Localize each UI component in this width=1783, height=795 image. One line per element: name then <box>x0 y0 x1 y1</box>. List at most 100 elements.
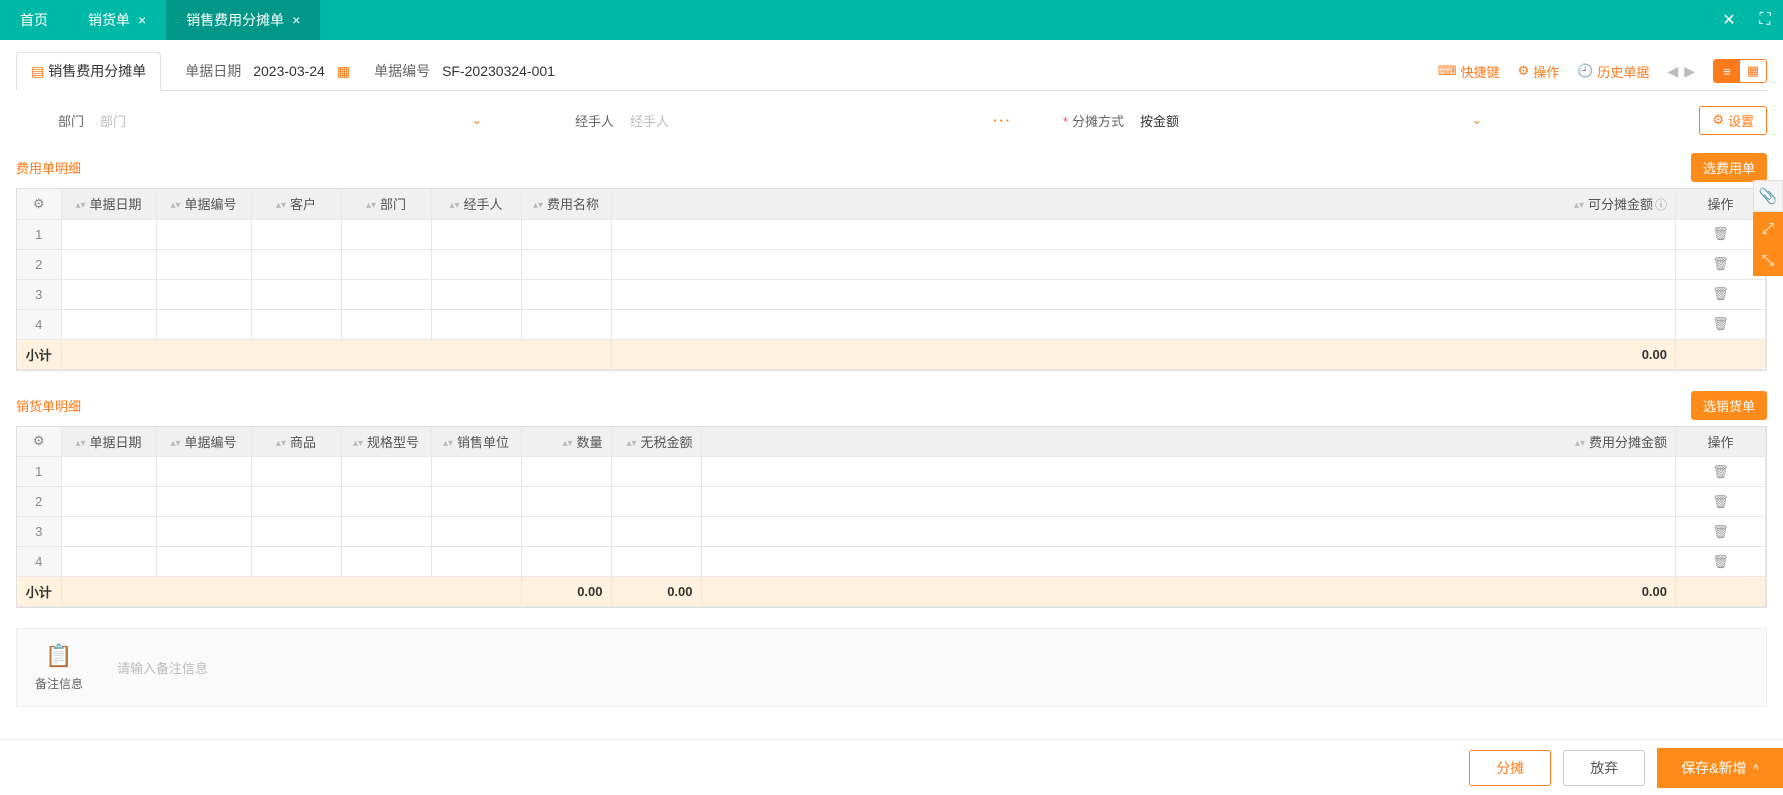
sort-icon: ▴▾ <box>1575 441 1585 446</box>
select-expense-button[interactable]: 选费用单 <box>1691 153 1767 182</box>
view-grid-icon[interactable]: ▦ <box>1740 60 1766 82</box>
calendar-icon[interactable]: ▦ <box>337 63 350 80</box>
table-row[interactable]: 3🗑 <box>17 517 1766 547</box>
discard-button[interactable]: 放弃 <box>1563 750 1645 786</box>
close-icon[interactable]: × <box>292 12 300 28</box>
col-fee-alloc[interactable]: ▴▾ 费用分摊金额 <box>701 427 1676 457</box>
row-number: 3 <box>17 517 61 547</box>
method-select[interactable]: 按金额 ⌄ <box>1136 105 1486 135</box>
col-fee[interactable]: ▴▾费用名称 <box>521 189 611 219</box>
col-label: 费用分摊金额 <box>1589 435 1667 450</box>
col-no[interactable]: ▴▾单据编号 <box>156 427 251 457</box>
table-row[interactable]: 3🗑 <box>17 279 1766 309</box>
col-label: 无税金额 <box>640 435 692 450</box>
trash-icon[interactable]: 🗑 <box>1712 554 1729 569</box>
history-link[interactable]: 🕘历史单据 <box>1577 62 1649 81</box>
col-date[interactable]: ▴▾单据日期 <box>61 189 156 219</box>
col-label: 销售单位 <box>457 435 509 450</box>
settings-button[interactable]: ⚙ 设置 <box>1699 106 1767 135</box>
subtotal-row: 小计0.00 <box>17 339 1766 369</box>
table-row[interactable]: 4🗑 <box>17 547 1766 577</box>
fee-total: 0.00 <box>701 577 1676 607</box>
trash-icon[interactable]: 🗑 <box>1712 226 1729 241</box>
attachment-icon[interactable]: 📎 <box>1753 180 1783 212</box>
col-no[interactable]: ▴▾单据编号 <box>156 189 251 219</box>
col-label: 费用名称 <box>547 197 599 212</box>
sales-section-header: 销货单明细 选销货单 <box>16 391 1767 420</box>
col-label: 商品 <box>290 435 316 450</box>
sort-icon: ▴▾ <box>366 203 376 208</box>
dept-select[interactable]: 部门 ⌄ <box>96 105 486 135</box>
trash-icon[interactable]: 🗑 <box>1712 286 1729 301</box>
handler-select[interactable]: 经手人 ··· <box>626 105 1016 135</box>
table-row[interactable]: 2🗑 <box>17 487 1766 517</box>
trash-icon[interactable]: 🗑 <box>1712 464 1729 479</box>
date-value[interactable]: 2023-03-24 <box>253 63 325 79</box>
col-spec[interactable]: ▴▾规格型号 <box>341 427 431 457</box>
col-handler[interactable]: ▴▾经手人 <box>431 189 521 219</box>
shortcut-label: 快捷键 <box>1461 62 1500 81</box>
table-row[interactable]: 1🗑 <box>17 457 1766 487</box>
subtotal-value: 0.00 <box>611 339 1676 369</box>
col-label: 部门 <box>380 197 406 212</box>
shortcut-link[interactable]: ⌨快捷键 <box>1438 62 1500 81</box>
view-list-icon[interactable]: ≡ <box>1714 60 1740 82</box>
prev-arrow-icon[interactable]: ◀ <box>1667 63 1678 80</box>
col-customer[interactable]: ▴▾客户 <box>251 189 341 219</box>
next-arrow-icon[interactable]: ▶ <box>1684 63 1695 80</box>
sort-icon: ▴▾ <box>170 203 180 208</box>
tab-home[interactable]: 首页 <box>0 0 68 40</box>
trash-icon[interactable]: 🗑 <box>1712 524 1729 539</box>
col-goods[interactable]: ▴▾商品 <box>251 427 341 457</box>
trash-icon[interactable]: 🗑 <box>1712 256 1729 271</box>
expense-section-title: 费用单明细 <box>16 158 81 177</box>
gear-column-icon[interactable]: ⚙ <box>17 427 61 457</box>
handler-placeholder: 经手人 <box>630 111 669 130</box>
col-qty[interactable]: ▴▾数量 <box>521 427 611 457</box>
record-nav: ◀ ▶ <box>1667 63 1695 80</box>
close-icon[interactable]: × <box>138 12 146 28</box>
save-new-button[interactable]: 保存&新增 ˄ <box>1657 748 1783 788</box>
method-field: *分摊方式 按金额 ⌄ <box>1056 105 1486 135</box>
tab-label: 首页 <box>20 10 48 30</box>
col-unit[interactable]: ▴▾销售单位 <box>431 427 521 457</box>
more-icon: ··· <box>993 113 1012 128</box>
gear-icon: ⚙ <box>1518 63 1530 79</box>
tab-allocation[interactable]: 销售费用分摊单 × <box>166 0 320 40</box>
col-dept[interactable]: ▴▾ 部门 <box>341 189 431 219</box>
doc-title: 销售费用分摊单 <box>48 61 146 81</box>
row-number: 3 <box>17 279 61 309</box>
settings-label: 设置 <box>1728 111 1754 130</box>
history-icon: 🕘 <box>1577 63 1593 79</box>
doc-no-label: 单据编号 <box>374 61 430 81</box>
select-sales-button[interactable]: 选销货单 <box>1691 391 1767 420</box>
tab-sales[interactable]: 销货单 × <box>68 0 166 40</box>
help-icon[interactable]: ⓘ <box>1655 198 1667 212</box>
remarks-input[interactable]: 请输入备注信息 <box>113 652 1748 683</box>
table-row[interactable]: 2🗑 <box>17 249 1766 279</box>
tab-label: 销售费用分摊单 <box>186 10 284 30</box>
collapse-icon[interactable]: ⤡ <box>1753 244 1783 276</box>
method-value: 按金额 <box>1140 111 1179 130</box>
col-date[interactable]: ▴▾单据日期 <box>61 427 156 457</box>
trash-icon[interactable]: 🗑 <box>1712 316 1729 331</box>
doc-type-tab[interactable]: ▤ 销售费用分摊单 <box>16 52 161 91</box>
tab-label: 销货单 <box>88 10 130 30</box>
gear-column-icon[interactable]: ⚙ <box>17 189 61 219</box>
trash-icon[interactable]: 🗑 <box>1712 494 1729 509</box>
expand-icon[interactable]: ⤢ <box>1753 212 1783 244</box>
col-amount[interactable]: ▴▾ 无税金额 <box>611 427 701 457</box>
sort-icon: ▴▾ <box>1574 203 1584 208</box>
close-window-icon[interactable]: ✕ <box>1711 0 1747 40</box>
col-alloc[interactable]: ▴▾可分摊金额ⓘ <box>611 189 1676 219</box>
sort-icon: ▴▾ <box>626 441 636 446</box>
table-row[interactable]: 4🗑 <box>17 309 1766 339</box>
ops-link[interactable]: ⚙操作 <box>1518 62 1560 81</box>
sort-icon: ▴▾ <box>562 441 572 446</box>
save-label: 保存&新增 <box>1681 758 1746 778</box>
fullscreen-icon[interactable]: ⛶ <box>1747 0 1783 40</box>
table-row[interactable]: 1🗑 <box>17 219 1766 249</box>
allocate-button[interactable]: 分摊 <box>1469 750 1551 786</box>
row-number: 2 <box>17 249 61 279</box>
keyboard-icon: ⌨ <box>1438 63 1457 79</box>
